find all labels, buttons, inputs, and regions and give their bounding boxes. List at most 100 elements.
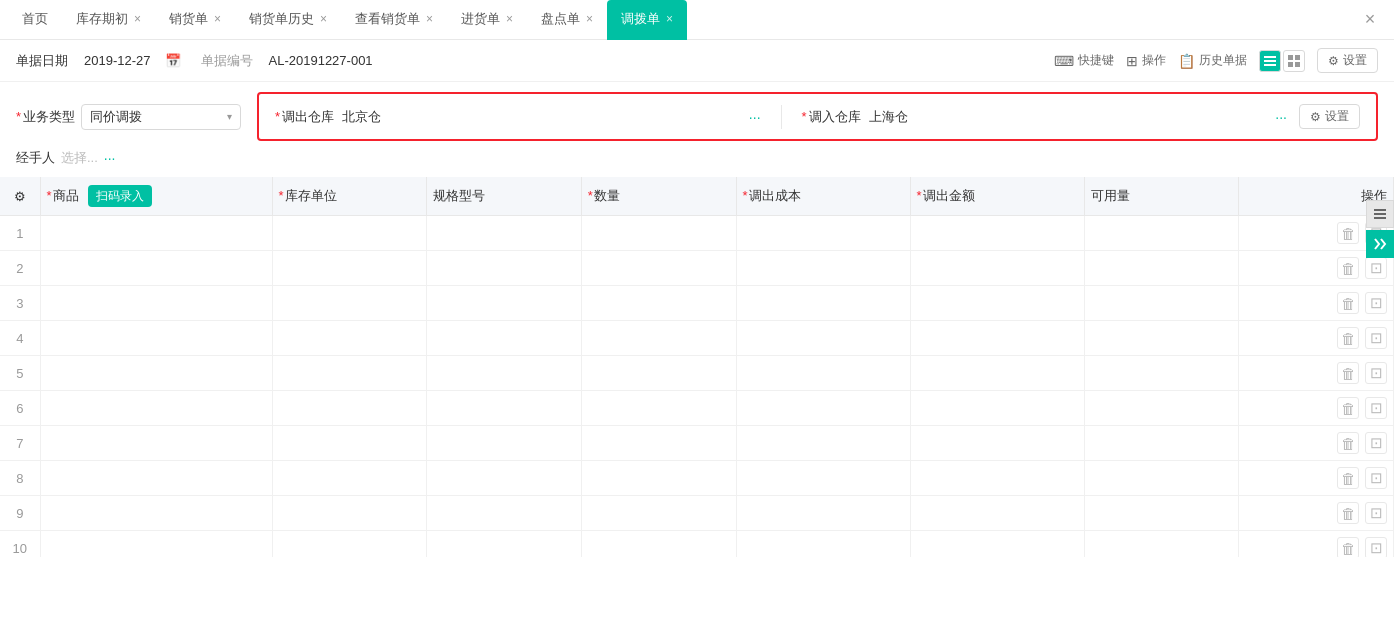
tab-purchase-order-close[interactable]: × (506, 12, 513, 26)
transfer-out-more-button[interactable]: ··· (749, 109, 761, 125)
operation-label: 操作 (1142, 52, 1166, 69)
tab-sales-history[interactable]: 销货单历史 × (235, 0, 341, 40)
tab-purchase-order-label: 进货单 (461, 10, 500, 28)
warehouse-divider (781, 105, 782, 129)
operation-button[interactable]: ⊞ 操作 (1126, 52, 1166, 69)
tab-view-sales-close[interactable]: × (426, 12, 433, 26)
transfer-in-required: * (802, 109, 807, 124)
tab-view-sales[interactable]: 查看销货单 × (341, 0, 447, 40)
dropdown-arrow-icon: ▾ (227, 111, 232, 122)
table-row: 9🗑⊡ (0, 496, 1394, 531)
delete-icon[interactable]: 🗑 (1337, 362, 1359, 384)
delete-icon[interactable]: 🗑 (1337, 222, 1359, 244)
float-expand-icon (1373, 237, 1387, 251)
shortcut-label: 快捷键 (1078, 52, 1114, 69)
form-row-1: * 业务类型 同价调拨 ▾ * 调出仓库 北京仓 ··· * 调入仓库 上海仓 … (0, 82, 1394, 149)
warehouse-settings-button[interactable]: ⚙ 设置 (1299, 104, 1360, 129)
history-label: 历史单据 (1199, 52, 1247, 69)
view-grid-button[interactable] (1283, 50, 1305, 72)
copy-icon[interactable]: ⊡ (1365, 397, 1387, 419)
float-list-button[interactable] (1366, 200, 1394, 228)
tab-transfer-order-close[interactable]: × (666, 12, 673, 26)
tab-transfer-order-label: 调拨单 (621, 10, 660, 28)
calendar-icon[interactable]: 📅 (165, 53, 181, 68)
copy-icon[interactable]: ⊡ (1365, 257, 1387, 279)
table-row: 6🗑⊡ (0, 391, 1394, 426)
tab-sales-order-close[interactable]: × (214, 12, 221, 26)
col-settings[interactable]: ⚙ (0, 177, 40, 216)
svg-rect-2 (1264, 64, 1276, 66)
copy-icon[interactable]: ⊡ (1365, 432, 1387, 454)
tab-home-label: 首页 (22, 10, 48, 28)
table-row: 5🗑⊡ (0, 356, 1394, 391)
copy-icon[interactable]: ⊡ (1365, 537, 1387, 557)
scan-button[interactable]: 扫码录入 (88, 185, 152, 207)
table-row: 3🗑⊡ (0, 286, 1394, 321)
copy-icon[interactable]: ⊡ (1365, 362, 1387, 384)
float-expand-button[interactable] (1366, 230, 1394, 258)
window-close-button[interactable]: × (1354, 4, 1386, 36)
table-scroll-area[interactable]: ⚙ *商品 扫码录入 *库存单位 规格型号 *数量 *调出成本 *调出金额 (0, 177, 1394, 557)
person-label: 经手人 (16, 149, 55, 167)
tab-transfer-order[interactable]: 调拨单 × (607, 0, 687, 40)
settings-button[interactable]: ⚙ 设置 (1317, 48, 1378, 73)
transfer-in-value[interactable]: 上海仓 (869, 108, 1268, 126)
person-input[interactable]: 选择... (61, 149, 98, 167)
history-button[interactable]: 📋 历史单据 (1178, 52, 1247, 69)
delete-icon[interactable]: 🗑 (1337, 397, 1359, 419)
delete-icon[interactable]: 🗑 (1337, 257, 1359, 279)
copy-icon[interactable]: ⊡ (1365, 327, 1387, 349)
svg-rect-4 (1295, 55, 1300, 60)
tab-inventory-count-close[interactable]: × (586, 12, 593, 26)
date-value[interactable]: 2019-12-27 (80, 53, 155, 68)
transfer-in-field: * 调入仓库 上海仓 ··· (802, 108, 1287, 126)
tab-home[interactable]: 首页 (8, 0, 62, 40)
view-list-button[interactable] (1259, 50, 1281, 72)
table-body: 1🗑⊡ 2🗑⊡ 3🗑⊡ 4🗑⊡ 5🗑⊡ 6🗑⊡ 7🗑⊡ 8🗑⊡ 9🗑⊡ 10🗑⊡… (0, 216, 1394, 558)
tab-inventory-init[interactable]: 库存期初 × (62, 0, 155, 40)
grid-view-icon (1287, 54, 1301, 68)
date-label: 单据日期 (16, 52, 68, 70)
tab-inventory-count[interactable]: 盘点单 × (527, 0, 607, 40)
svg-rect-9 (1374, 217, 1386, 219)
business-type-select[interactable]: 同价调拨 ▾ (81, 104, 241, 130)
table-row: 4🗑⊡ (0, 321, 1394, 356)
business-type-value: 同价调拨 (90, 108, 142, 126)
svg-rect-7 (1374, 209, 1386, 211)
table-row: 7🗑⊡ (0, 426, 1394, 461)
delete-icon[interactable]: 🗑 (1337, 502, 1359, 524)
col-transfer-cost: *调出成本 (736, 177, 910, 216)
svg-rect-0 (1264, 56, 1276, 58)
copy-icon[interactable]: ⊡ (1365, 502, 1387, 524)
business-type-field: * 业务类型 同价调拨 ▾ (16, 104, 241, 130)
tab-sales-history-close[interactable]: × (320, 12, 327, 26)
delete-icon[interactable]: 🗑 (1337, 432, 1359, 454)
delete-icon[interactable]: 🗑 (1337, 467, 1359, 489)
tab-sales-history-label: 销货单历史 (249, 10, 314, 28)
doc-no-value: AL-20191227-001 (265, 53, 377, 68)
delete-icon[interactable]: 🗑 (1337, 292, 1359, 314)
toolbar-right: ⌨ 快捷键 ⊞ 操作 📋 历史单据 ⚙ 设置 (1054, 48, 1378, 73)
col-transfer-amount: *调出金额 (910, 177, 1084, 216)
col-settings-icon[interactable]: ⚙ (14, 189, 26, 204)
copy-icon[interactable]: ⊡ (1365, 467, 1387, 489)
transfer-in-more-button[interactable]: ··· (1275, 109, 1287, 125)
table-row: 1🗑⊡ (0, 216, 1394, 251)
tab-purchase-order[interactable]: 进货单 × (447, 0, 527, 40)
history-icon: 📋 (1178, 53, 1195, 69)
col-spec: 规格型号 (427, 177, 582, 216)
copy-icon[interactable]: ⊡ (1365, 292, 1387, 314)
delete-icon[interactable]: 🗑 (1337, 537, 1359, 557)
person-more-button[interactable]: ··· (104, 150, 116, 166)
tab-inventory-init-close[interactable]: × (134, 12, 141, 26)
col-goods: *商品 扫码录入 (40, 177, 272, 216)
transfer-table: ⚙ *商品 扫码录入 *库存单位 规格型号 *数量 *调出成本 *调出金额 (0, 177, 1394, 557)
shortcut-button[interactable]: ⌨ 快捷键 (1054, 52, 1114, 69)
doc-date-field: 单据日期 2019-12-27 📅 (16, 52, 181, 70)
tab-sales-order[interactable]: 销货单 × (155, 0, 235, 40)
header-row: 单据日期 2019-12-27 📅 单据编号 AL-20191227-001 ⌨… (0, 40, 1394, 82)
warehouse-section: * 调出仓库 北京仓 ··· * 调入仓库 上海仓 ··· ⚙ 设置 (257, 92, 1378, 141)
delete-icon[interactable]: 🗑 (1337, 327, 1359, 349)
transfer-out-value[interactable]: 北京仓 (342, 108, 741, 126)
svg-rect-5 (1288, 62, 1293, 67)
